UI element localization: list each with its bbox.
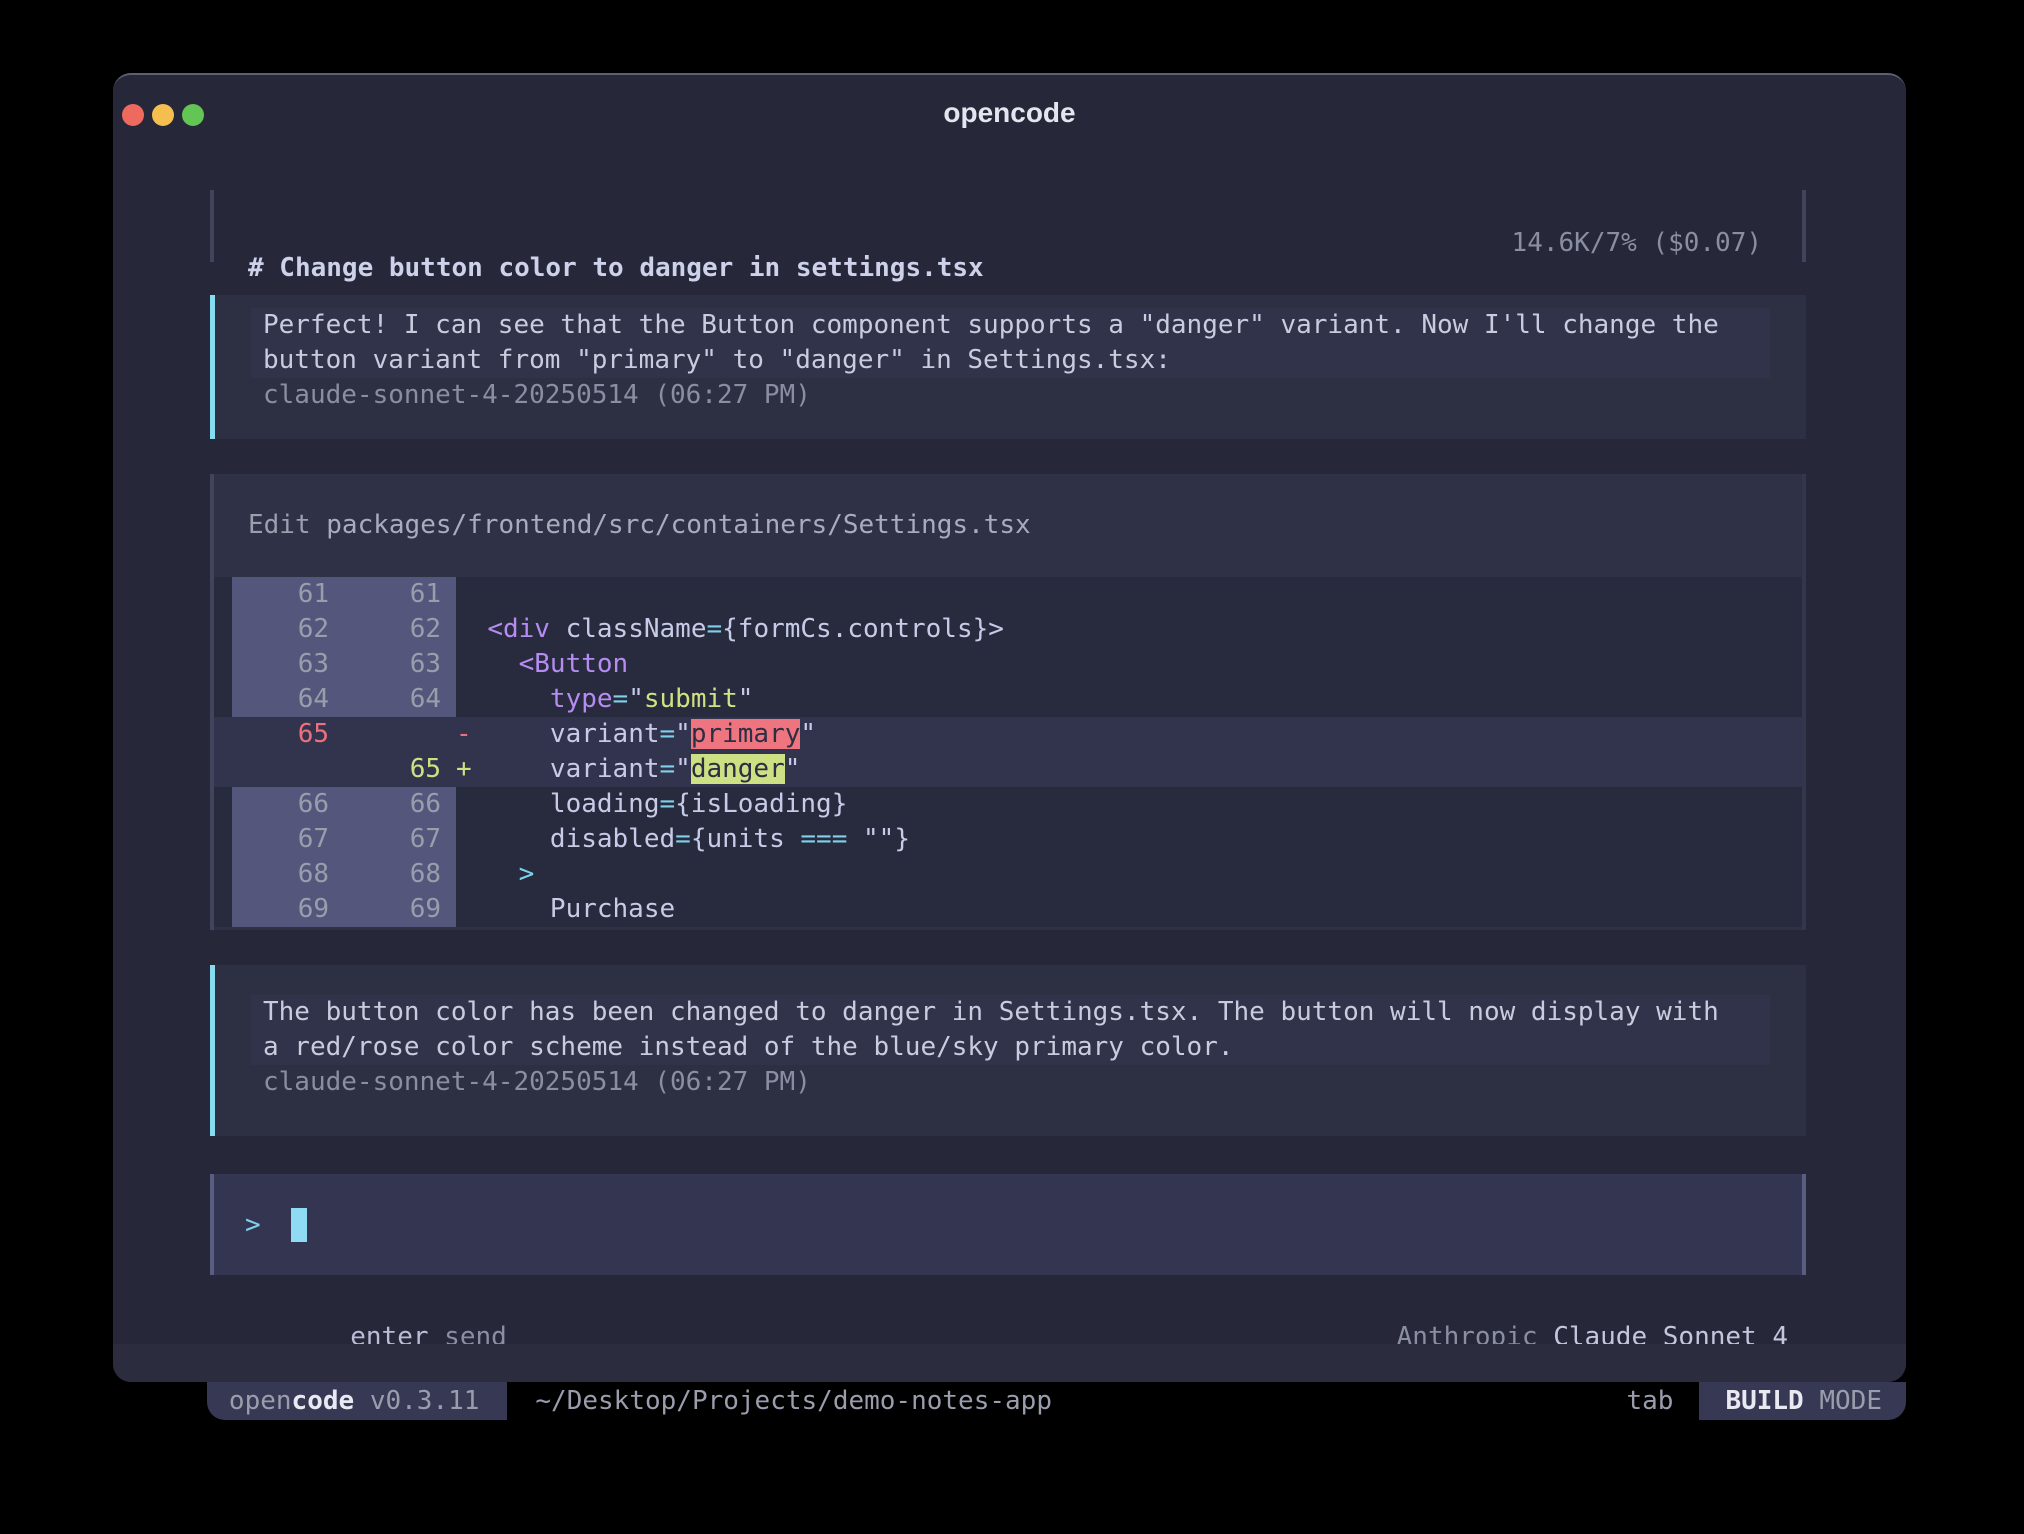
app-version-chip: opencode v0.3.11 xyxy=(207,1382,507,1420)
build-mode-chip[interactable]: BUILD MODE xyxy=(1699,1382,1906,1420)
diff-row: 6464 type="submit" xyxy=(214,682,1802,717)
opencode-window: opencode # Change button color to danger… xyxy=(113,73,1906,1382)
code-line: disabled={units === ""} xyxy=(456,822,1802,857)
new-line-number: 61 xyxy=(344,577,456,612)
old-line-number: 62 xyxy=(232,612,344,647)
code-line: type="submit" xyxy=(456,682,1802,717)
message-line: button variant from "primary" to "danger… xyxy=(263,343,1758,378)
new-line-number: 68 xyxy=(344,857,456,892)
message-text: The button color has been changed to dan… xyxy=(251,995,1770,1065)
old-line-number: 67 xyxy=(232,822,344,857)
new-line-number: 65 xyxy=(344,752,456,787)
session-header: # Change button color to danger in setti… xyxy=(210,190,1806,262)
diff-gutter: 6767 xyxy=(232,822,456,857)
diff-row: 6363 <Button xyxy=(214,647,1802,682)
token-usage: 14.6K/7% ($0.07) xyxy=(1512,226,1762,261)
mode-name: BUILD xyxy=(1725,1386,1803,1416)
code-line: <div className={formCs.controls}> xyxy=(456,612,1802,647)
assistant-message: Perfect! I can see that the Button compo… xyxy=(210,295,1806,439)
assistant-message: The button color has been changed to dan… xyxy=(210,965,1806,1136)
prompt-symbol: > xyxy=(245,1210,276,1240)
app-version: v0.3.11 xyxy=(354,1386,479,1416)
diff-row: 6868 > xyxy=(214,857,1802,892)
old-line-number: 61 xyxy=(232,577,344,612)
diff-gutter: 6363 xyxy=(232,647,456,682)
code-line: Purchase xyxy=(456,892,1802,927)
diff-gutter: 6161 xyxy=(232,577,456,612)
window-title: opencode xyxy=(113,97,1906,129)
message-line: The button color has been changed to dan… xyxy=(263,995,1758,1030)
edit-tool-header: Edit packages/frontend/src/containers/Se… xyxy=(214,474,1802,577)
new-line-number: 66 xyxy=(344,787,456,822)
new-line-number: 62 xyxy=(344,612,456,647)
diff-gutter: 65 xyxy=(232,752,456,787)
old-line-number: 69 xyxy=(232,892,344,927)
edit-action-label: Edit xyxy=(248,510,326,540)
edit-file-path: packages/frontend/src/containers/Setting… xyxy=(326,510,1030,540)
code-line xyxy=(456,577,1802,612)
mode-suffix: MODE xyxy=(1804,1386,1882,1416)
code-line: <Button xyxy=(456,647,1802,682)
prompt-input[interactable]: > xyxy=(210,1174,1806,1275)
old-line-number: 68 xyxy=(232,857,344,892)
old-line-number: 63 xyxy=(232,647,344,682)
diff-gutter: 6666 xyxy=(232,787,456,822)
diff-gutter: 65 xyxy=(232,717,456,752)
message-text: Perfect! I can see that the Button compo… xyxy=(251,308,1770,378)
diff-gutter: 6262 xyxy=(232,612,456,647)
old-line-number: 66 xyxy=(232,787,344,822)
new-line-number xyxy=(344,717,456,752)
message-line: a red/rose color scheme instead of the b… xyxy=(263,1030,1758,1065)
code-line: + variant="danger" xyxy=(456,752,1802,787)
diff-gutter: 6868 xyxy=(232,857,456,892)
diff-row: 6969 Purchase xyxy=(214,892,1802,927)
text-cursor xyxy=(291,1208,307,1242)
diff-table: 61616262 <div className={formCs.controls… xyxy=(214,577,1802,927)
old-line-number xyxy=(232,752,344,787)
message-meta: claude-sonnet-4-20250514 (06:27 PM) xyxy=(263,378,1806,413)
title-bar: opencode xyxy=(113,75,1906,137)
app-name-open: open xyxy=(229,1386,292,1416)
new-line-number: 69 xyxy=(344,892,456,927)
tab-key-hint: tab xyxy=(1626,1386,1699,1416)
edit-tool-card: Edit packages/frontend/src/containers/Se… xyxy=(210,474,1806,930)
diff-gutter: 6464 xyxy=(232,682,456,717)
code-line: loading={isLoading} xyxy=(456,787,1802,822)
app-name-code: code xyxy=(292,1386,355,1416)
diff-row: 6666 loading={isLoading} xyxy=(214,787,1802,822)
message-line: Perfect! I can see that the Button compo… xyxy=(263,308,1758,343)
diff-gutter: 6969 xyxy=(232,892,456,927)
diff-row: 65+ variant="danger" xyxy=(214,752,1802,787)
diff-row: 6767 disabled={units === ""} xyxy=(214,822,1802,857)
message-meta: claude-sonnet-4-20250514 (06:27 PM) xyxy=(263,1065,1806,1100)
code-line: - variant="primary" xyxy=(456,717,1802,752)
new-line-number: 64 xyxy=(344,682,456,717)
diff-row: 65 - variant="primary" xyxy=(214,717,1802,752)
diff-row: 6161 xyxy=(214,577,1802,612)
old-line-number: 64 xyxy=(232,682,344,717)
cwd-path: ~/Desktop/Projects/demo-notes-app xyxy=(535,1386,1052,1416)
screen: opencode # Change button color to danger… xyxy=(0,0,2024,1534)
status-bar: opencode v0.3.11~/Desktop/Projects/demo-… xyxy=(113,1344,1906,1382)
code-line: > xyxy=(456,857,1802,892)
new-line-number: 63 xyxy=(344,647,456,682)
new-line-number: 67 xyxy=(344,822,456,857)
old-line-number: 65 xyxy=(232,717,344,752)
diff-row: 6262 <div className={formCs.controls}> xyxy=(214,612,1802,647)
hint-bar: enter send Anthropic Claude Sonnet 4 xyxy=(210,1285,1806,1320)
